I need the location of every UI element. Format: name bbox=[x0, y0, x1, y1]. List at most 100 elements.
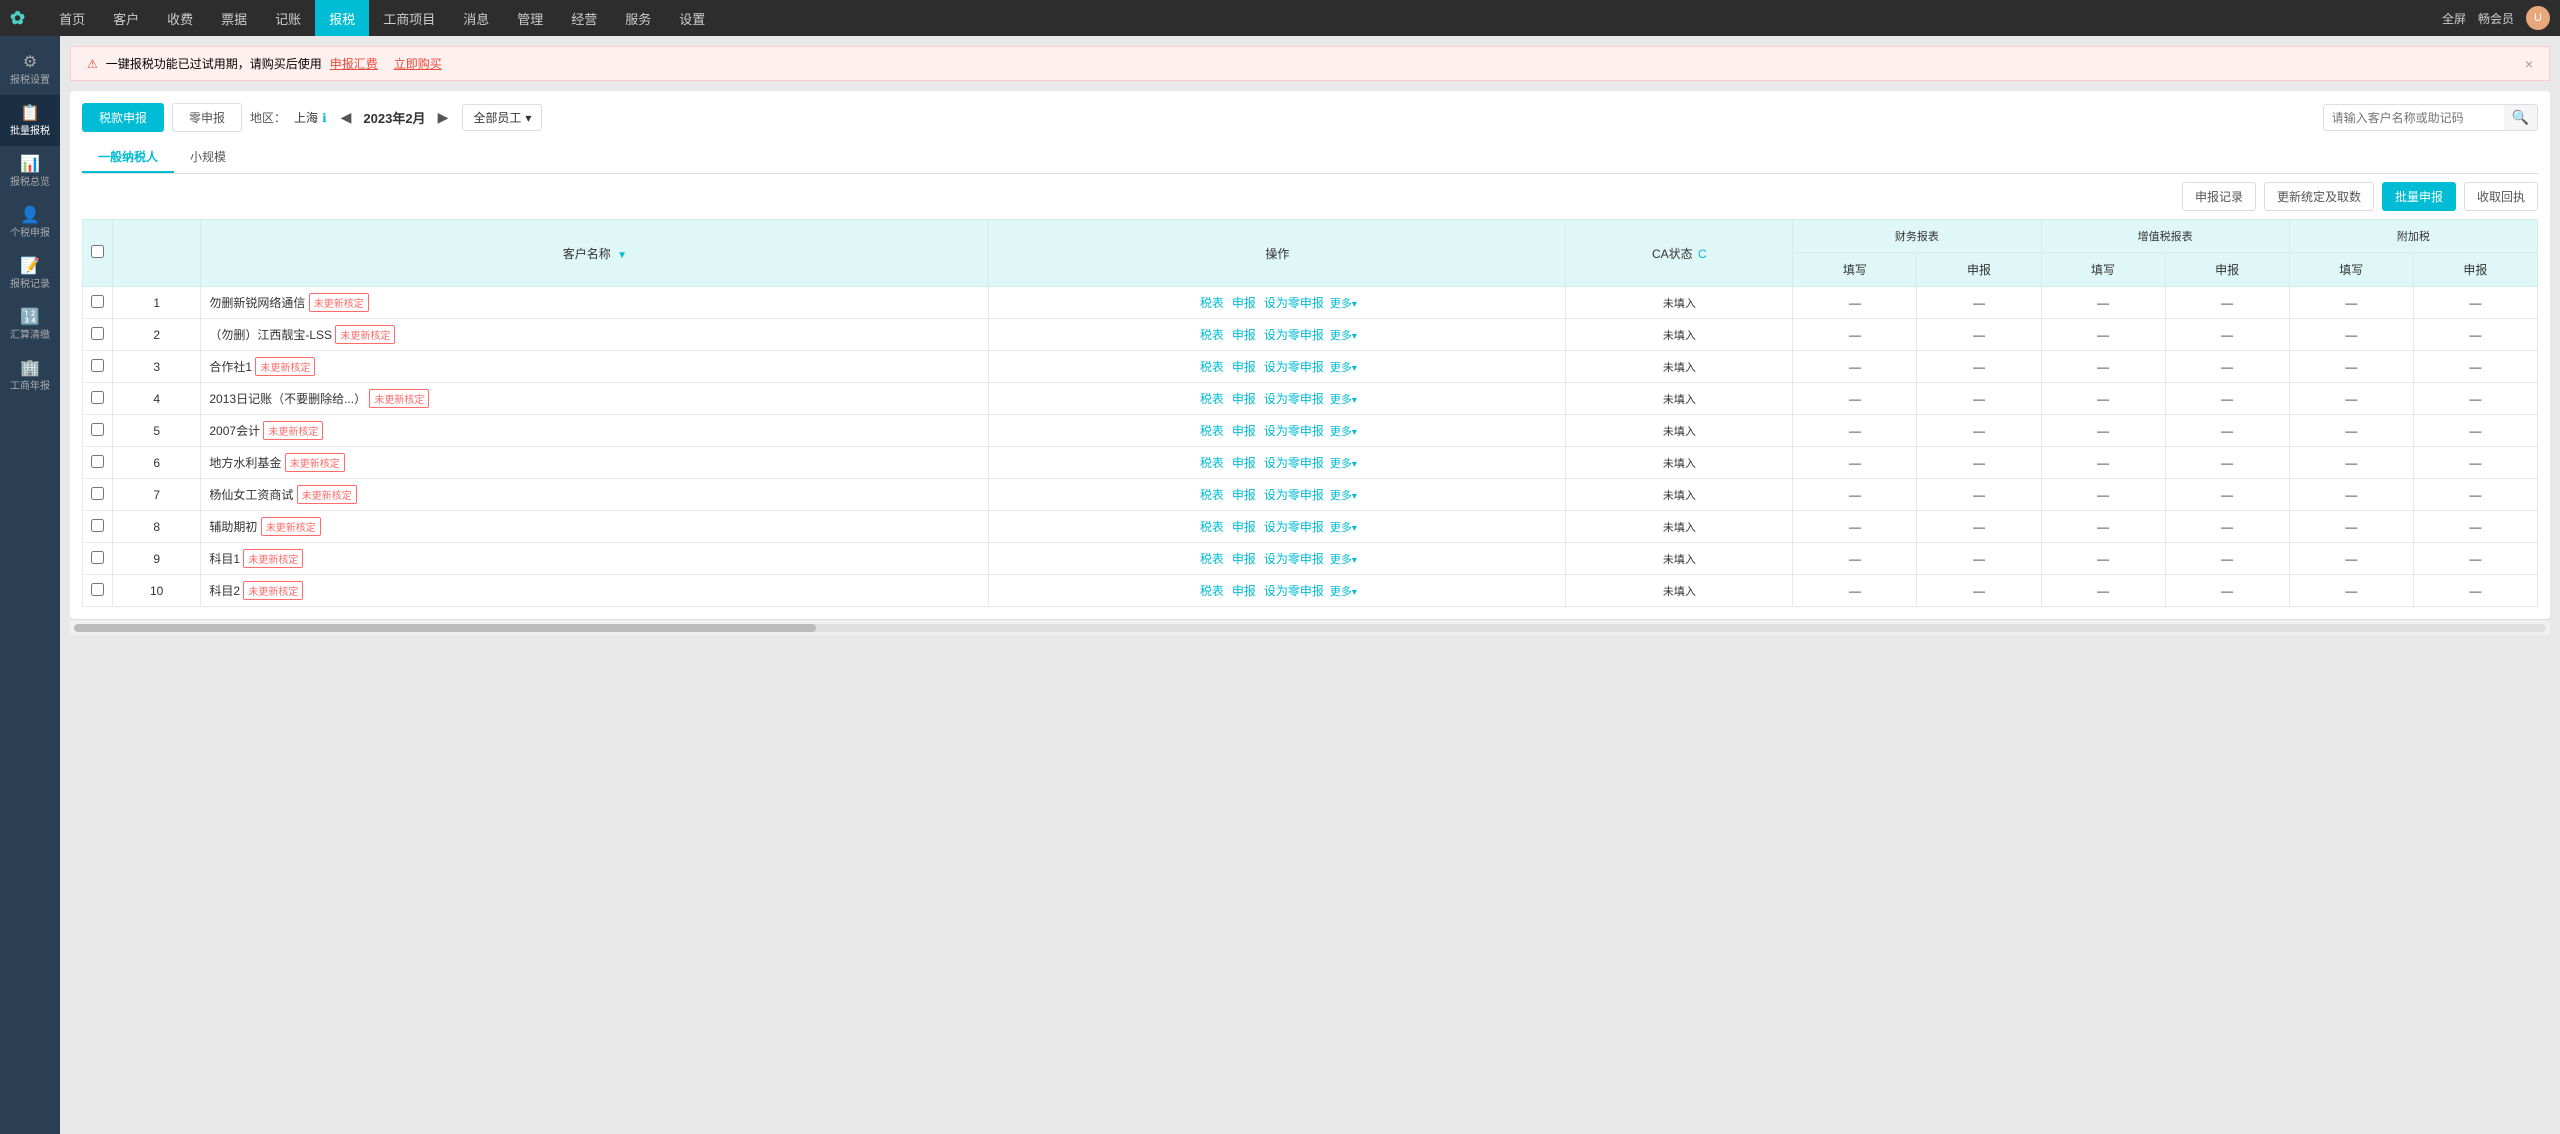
banner-close-button[interactable]: × bbox=[2525, 56, 2533, 72]
row-tax-fill: — bbox=[2041, 575, 2165, 607]
op-declare[interactable]: 申报 bbox=[1232, 550, 1256, 567]
sidebar-item-tax-settings[interactable]: ⚙ 报税设置 bbox=[0, 44, 60, 95]
nav-invoice[interactable]: 票据 bbox=[207, 0, 261, 36]
nav-home[interactable]: 首页 bbox=[45, 0, 99, 36]
op-zero-declare[interactable]: 设为零申报 bbox=[1264, 422, 1324, 439]
nav-service[interactable]: 服务 bbox=[611, 0, 665, 36]
nav-settings[interactable]: 设置 bbox=[665, 0, 719, 36]
op-declare[interactable]: 申报 bbox=[1232, 326, 1256, 343]
op-declare[interactable]: 申报 bbox=[1232, 518, 1256, 535]
op-declare[interactable]: 申报 bbox=[1232, 582, 1256, 599]
region-info-icon[interactable]: ℹ bbox=[322, 111, 327, 125]
nav-management[interactable]: 管理 bbox=[503, 0, 557, 36]
op-more[interactable]: 更多▾ bbox=[1330, 519, 1357, 535]
op-tax-form[interactable]: 税表 bbox=[1200, 358, 1224, 375]
op-tax-form[interactable]: 税表 bbox=[1200, 294, 1224, 311]
row-checkbox[interactable] bbox=[83, 383, 113, 415]
op-zero-declare[interactable]: 设为零申报 bbox=[1264, 486, 1324, 503]
op-zero-declare[interactable]: 设为零申报 bbox=[1264, 294, 1324, 311]
op-tax-form[interactable]: 税表 bbox=[1200, 486, 1224, 503]
sidebar-item-industrial-report[interactable]: 🏢 工商年报 bbox=[0, 350, 60, 401]
nav-billing[interactable]: 收费 bbox=[153, 0, 207, 36]
sidebar-item-personal-tax[interactable]: 👤 个税申报 bbox=[0, 197, 60, 248]
nav-industrial[interactable]: 工商项目 bbox=[369, 0, 449, 36]
action-bar: 申报记录 更新统定及取数 批量申报 收取回执 bbox=[82, 182, 2538, 211]
declare-records-button[interactable]: 申报记录 bbox=[2182, 182, 2256, 211]
op-more[interactable]: 更多▾ bbox=[1330, 327, 1357, 343]
op-tax-form[interactable]: 税表 bbox=[1200, 422, 1224, 439]
upgrade-button[interactable]: 畅会员 bbox=[2478, 10, 2514, 27]
op-zero-declare[interactable]: 设为零申报 bbox=[1264, 582, 1324, 599]
row-checkbox[interactable] bbox=[83, 319, 113, 351]
row-checkbox[interactable] bbox=[83, 415, 113, 447]
nav-tax[interactable]: 报税 bbox=[315, 0, 369, 36]
sidebar-item-calc-clear[interactable]: 🔢 汇算清缴 bbox=[0, 299, 60, 350]
op-zero-declare[interactable]: 设为零申报 bbox=[1264, 454, 1324, 471]
op-declare[interactable]: 申报 bbox=[1232, 390, 1256, 407]
nav-operation[interactable]: 经营 bbox=[557, 0, 611, 36]
row-checkbox[interactable] bbox=[83, 287, 113, 319]
nav-client[interactable]: 客户 bbox=[99, 0, 153, 36]
batch-declare-button[interactable]: 批量申报 bbox=[2382, 182, 2456, 211]
op-tax-form[interactable]: 税表 bbox=[1200, 550, 1224, 567]
op-tax-form[interactable]: 税表 bbox=[1200, 390, 1224, 407]
op-more[interactable]: 更多▾ bbox=[1330, 423, 1357, 439]
collect-back-button[interactable]: 收取回执 bbox=[2464, 182, 2538, 211]
sidebar-item-batch-tax[interactable]: 📋 批量报税 bbox=[0, 95, 60, 146]
op-declare[interactable]: 申报 bbox=[1232, 294, 1256, 311]
fullscreen-button[interactable]: 全屏 bbox=[2442, 10, 2466, 27]
tab-tax-declare[interactable]: 税款申报 bbox=[82, 103, 164, 132]
op-zero-declare[interactable]: 设为零申报 bbox=[1264, 518, 1324, 535]
row-operations: 税表 申报 设为零申报 更多▾ bbox=[989, 319, 1566, 351]
op-more[interactable]: 更多▾ bbox=[1330, 295, 1357, 311]
op-tax-form[interactable]: 税表 bbox=[1200, 326, 1224, 343]
row-checkbox[interactable] bbox=[83, 447, 113, 479]
op-zero-declare[interactable]: 设为零申报 bbox=[1264, 550, 1324, 567]
next-month-button[interactable]: ▶ bbox=[432, 107, 455, 128]
nav-accounting[interactable]: 记账 bbox=[261, 0, 315, 36]
row-tax-fill: — bbox=[2041, 415, 2165, 447]
op-zero-declare[interactable]: 设为零申报 bbox=[1264, 358, 1324, 375]
sidebar-item-tax-overview[interactable]: 📊 报税总览 bbox=[0, 146, 60, 197]
search-input[interactable] bbox=[2324, 107, 2504, 129]
horizontal-scrollbar[interactable] bbox=[70, 619, 2550, 635]
row-checkbox[interactable] bbox=[83, 479, 113, 511]
subtab-general[interactable]: 一般纳税人 bbox=[82, 142, 174, 173]
op-zero-declare[interactable]: 设为零申报 bbox=[1264, 390, 1324, 407]
op-tax-form[interactable]: 税表 bbox=[1200, 518, 1224, 535]
prev-month-button[interactable]: ◀ bbox=[335, 107, 358, 128]
op-more[interactable]: 更多▾ bbox=[1330, 391, 1357, 407]
staff-selector[interactable]: 全部员工 ▾ bbox=[462, 104, 542, 131]
op-more[interactable]: 更多▾ bbox=[1330, 551, 1357, 567]
banner-link2[interactable]: 立即购买 bbox=[394, 55, 442, 72]
op-declare[interactable]: 申报 bbox=[1232, 358, 1256, 375]
row-add-fill: — bbox=[2289, 511, 2413, 543]
sidebar-item-tax-records[interactable]: 📝 报税记录 bbox=[0, 248, 60, 299]
select-all-checkbox[interactable] bbox=[91, 245, 104, 258]
op-more[interactable]: 更多▾ bbox=[1330, 455, 1357, 471]
banner-link1[interactable]: 申报汇费 bbox=[330, 55, 378, 72]
op-more[interactable]: 更多▾ bbox=[1330, 583, 1357, 599]
scroll-thumb[interactable] bbox=[74, 624, 816, 632]
row-checkbox[interactable] bbox=[83, 351, 113, 383]
update-quota-button[interactable]: 更新统定及取数 bbox=[2264, 182, 2374, 211]
user-avatar[interactable]: U bbox=[2526, 6, 2550, 30]
tab-zero-declare[interactable]: 零申报 bbox=[172, 103, 242, 132]
op-zero-declare[interactable]: 设为零申报 bbox=[1264, 326, 1324, 343]
subtab-small[interactable]: 小规模 bbox=[174, 142, 242, 173]
row-checkbox[interactable] bbox=[83, 575, 113, 607]
row-add-fill: — bbox=[2289, 479, 2413, 511]
op-more[interactable]: 更多▾ bbox=[1330, 487, 1357, 503]
op-more[interactable]: 更多▾ bbox=[1330, 359, 1357, 375]
staff-dropdown-icon: ▾ bbox=[525, 111, 531, 125]
search-button[interactable]: 🔍 bbox=[2504, 105, 2537, 130]
op-declare[interactable]: 申报 bbox=[1232, 422, 1256, 439]
nav-message[interactable]: 消息 bbox=[449, 0, 503, 36]
row-checkbox[interactable] bbox=[83, 511, 113, 543]
op-declare[interactable]: 申报 bbox=[1232, 454, 1256, 471]
row-checkbox[interactable] bbox=[83, 543, 113, 575]
op-tax-form[interactable]: 税表 bbox=[1200, 454, 1224, 471]
row-add-dec: — bbox=[2413, 479, 2537, 511]
op-declare[interactable]: 申报 bbox=[1232, 486, 1256, 503]
op-tax-form[interactable]: 税表 bbox=[1200, 582, 1224, 599]
